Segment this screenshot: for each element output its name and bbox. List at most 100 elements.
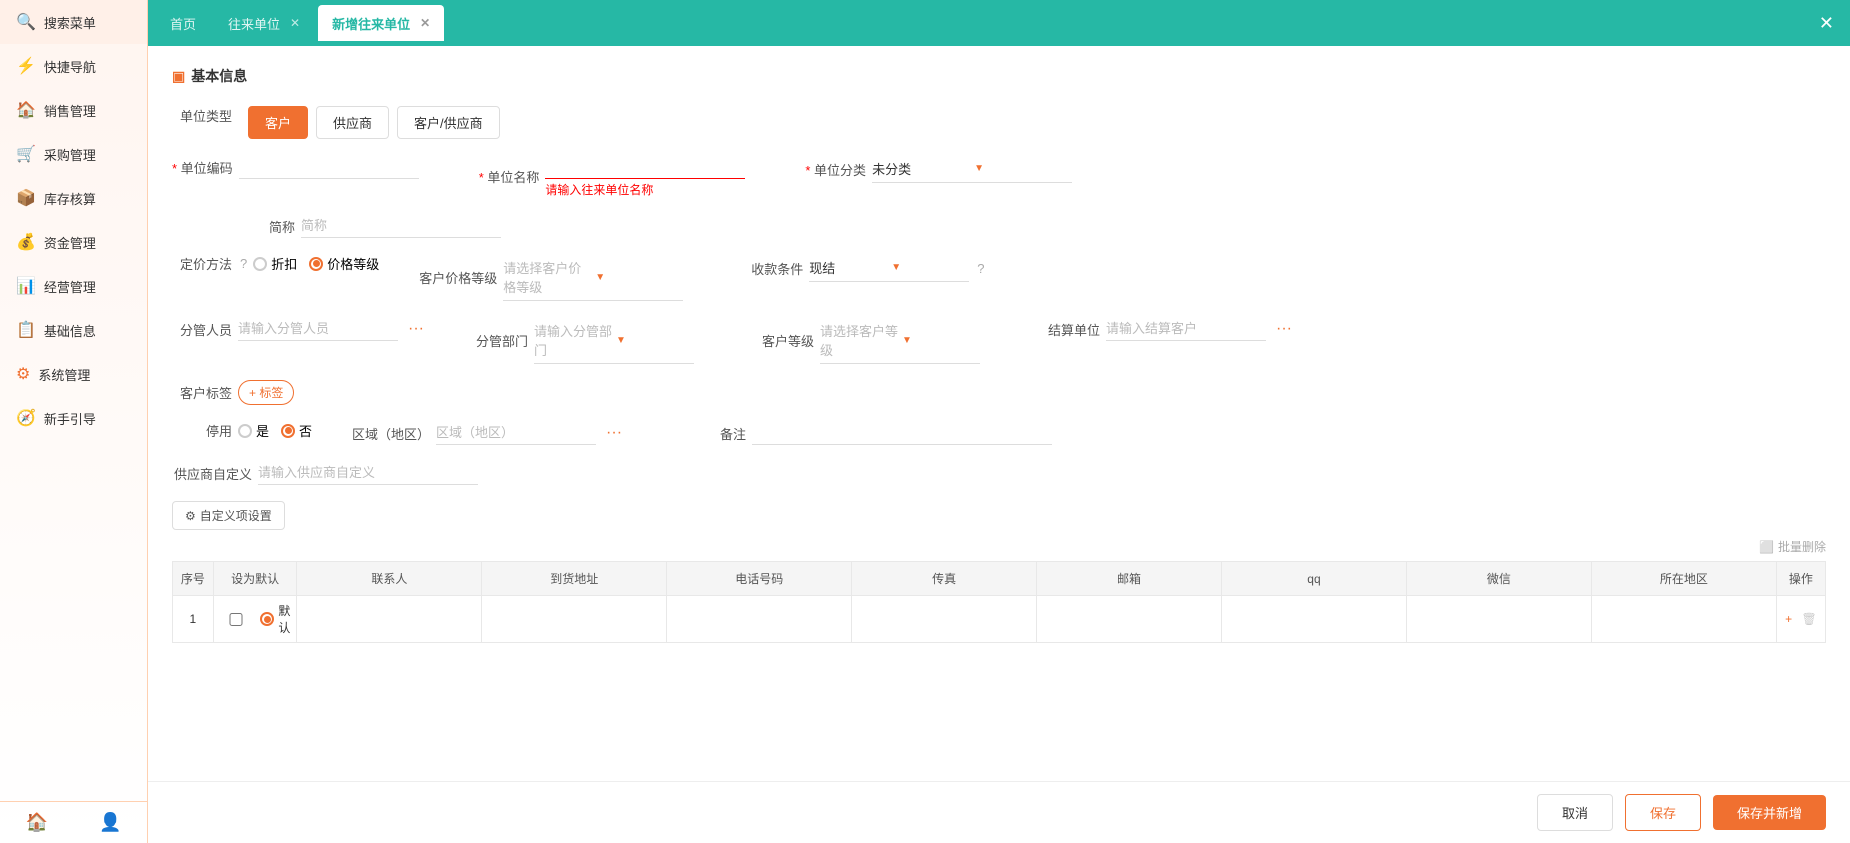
cell-phone[interactable]: [667, 596, 852, 643]
col-region: 所在地区: [1591, 562, 1776, 596]
unit-type-row: 单位类型 客户 供应商 客户/供应商: [172, 106, 1826, 139]
address-input[interactable]: [488, 612, 660, 626]
tab-new-partner[interactable]: 新增往来单位 ✕: [318, 5, 444, 41]
custom-settings-button[interactable]: ⚙ 自定义项设置: [172, 501, 285, 530]
sidebar-item-finance[interactable]: 💰 资金管理: [0, 220, 147, 264]
short-name-input[interactable]: [301, 214, 501, 238]
sidebar-item-inventory[interactable]: 📦 库存核算: [0, 176, 147, 220]
payment-terms-arrow: ▼: [891, 262, 969, 273]
sidebar-item-quicknav[interactable]: ⚡ 快捷导航: [0, 44, 147, 88]
cell-wechat[interactable]: [1406, 596, 1591, 643]
save-button[interactable]: 保存: [1625, 794, 1701, 831]
btn-both[interactable]: 客户/供应商: [397, 106, 500, 139]
customer-price-level-select[interactable]: 请选择客户价格等级 ▼: [503, 254, 683, 301]
sidebar-item-label-sales: 销售管理: [44, 101, 96, 120]
btn-customer[interactable]: 客户: [248, 106, 308, 139]
radio-disable-yes-label: 是: [256, 421, 269, 440]
remark-input[interactable]: [752, 421, 1052, 445]
email-input[interactable]: [1043, 612, 1215, 626]
manager-label: 分管人员: [172, 320, 232, 339]
payment-terms-label: 收款条件: [743, 259, 803, 278]
dept-select[interactable]: 请输入分管部门 ▼: [534, 317, 694, 364]
row-default-radio[interactable]: 默认: [260, 602, 290, 636]
sidebar-item-sales[interactable]: 🏠 销售管理: [0, 88, 147, 132]
supplier-custom-label: 供应商自定义: [172, 464, 252, 483]
tab-partners-close[interactable]: ✕: [290, 16, 300, 30]
finance-icon: 💰: [16, 232, 36, 252]
cell-region[interactable]: [1591, 596, 1776, 643]
tab-partners[interactable]: 往来单位 ✕: [214, 5, 314, 41]
cell-qq[interactable]: [1222, 596, 1407, 643]
manager-item: 分管人员 ···: [172, 317, 428, 341]
disable-label: 停用: [172, 421, 232, 440]
sidebar-home-btn[interactable]: 🏠: [0, 802, 74, 843]
unit-category-select[interactable]: 未分类 ▼: [872, 155, 1072, 183]
col-address: 到货地址: [482, 562, 667, 596]
sidebar-item-basic[interactable]: 📋 基础信息: [0, 308, 147, 352]
sidebar-item-newbie[interactable]: 🧭 新手引导: [0, 396, 147, 440]
dept-label: 分管部门: [468, 331, 528, 350]
col-qq: qq: [1222, 562, 1407, 596]
sidebar-item-search[interactable]: 🔍 搜索菜单: [0, 0, 147, 44]
cancel-button[interactable]: 取消: [1537, 794, 1613, 831]
radio-discount-circle: [253, 257, 267, 271]
unit-type-label: 单位类型: [172, 106, 232, 125]
dept-arrow: ▼: [616, 335, 694, 346]
pricing-help-icon[interactable]: ?: [240, 256, 247, 271]
row-checkbox[interactable]: [220, 613, 253, 626]
region-input[interactable]: [436, 421, 596, 445]
payment-terms-select[interactable]: 现结 ▼: [809, 254, 969, 282]
table-section: ⚙ 自定义项设置 ⬜ 批量删除 序号 设为默认 联系人 到货地址: [172, 501, 1826, 643]
unit-code-input[interactable]: 000009: [239, 155, 419, 179]
wechat-input[interactable]: [1413, 612, 1585, 626]
sidebar-user-btn[interactable]: 👤: [74, 802, 148, 843]
customer-level-label: 客户等级: [754, 331, 814, 350]
unit-code-item: 单位编码 000009: [172, 155, 419, 179]
quicknav-icon: ⚡: [16, 56, 36, 76]
cell-email[interactable]: [1037, 596, 1222, 643]
sidebar-item-system[interactable]: ⚙ 系统管理: [0, 352, 147, 396]
unit-type-buttons: 客户 供应商 客户/供应商: [248, 106, 500, 139]
customer-level-arrow: ▼: [902, 335, 980, 346]
cell-address[interactable]: [482, 596, 667, 643]
radio-price-level[interactable]: 价格等级: [309, 254, 379, 273]
cell-fax[interactable]: [852, 596, 1037, 643]
close-all-icon[interactable]: ✕: [1811, 9, 1842, 38]
region-more-icon[interactable]: ···: [602, 424, 626, 442]
settlement-input[interactable]: [1106, 317, 1266, 341]
manager-input[interactable]: [238, 317, 398, 341]
disable-region-row: 停用 是 否 区域（地区） ···: [172, 421, 1826, 445]
radio-disable-no[interactable]: 否: [281, 421, 312, 440]
supplier-custom-input[interactable]: [258, 461, 478, 485]
qq-input[interactable]: [1228, 612, 1400, 626]
save-new-button[interactable]: 保存并新增: [1713, 795, 1826, 830]
radio-discount[interactable]: 折扣: [253, 254, 297, 273]
cell-index: 1: [173, 596, 214, 643]
manager-more-icon[interactable]: ···: [404, 320, 428, 338]
table-region-input[interactable]: [1598, 612, 1770, 626]
phone-input[interactable]: [673, 612, 845, 626]
add-tag-button[interactable]: + 标签: [238, 380, 294, 405]
contact-input[interactable]: [303, 612, 475, 626]
row-del-icon[interactable]: 🗑: [1801, 612, 1816, 626]
customer-level-select[interactable]: 请选择客户等级 ▼: [820, 317, 980, 364]
sidebar-item-purchase[interactable]: 🛒 采购管理: [0, 132, 147, 176]
settlement-more-icon[interactable]: ···: [1272, 320, 1296, 338]
row-default-label: 默认: [278, 602, 290, 636]
fax-input[interactable]: [858, 612, 1030, 626]
unit-name-input[interactable]: [545, 155, 745, 179]
col-action: 操作: [1776, 562, 1825, 596]
batch-delete-btn[interactable]: ⬜ 批量删除: [1759, 538, 1826, 555]
cell-contact[interactable]: [297, 596, 482, 643]
unit-category-value: 未分类: [872, 159, 970, 178]
short-name-label: 简称: [235, 217, 295, 236]
tab-home[interactable]: 首页: [156, 5, 210, 41]
row-add-icon[interactable]: +: [1785, 612, 1792, 626]
table-row: 1 默认: [173, 596, 1826, 643]
radio-price-level-circle: [309, 257, 323, 271]
radio-disable-yes[interactable]: 是: [238, 421, 269, 440]
tab-new-partner-close[interactable]: ✕: [420, 16, 430, 30]
payment-help-icon[interactable]: ?: [977, 261, 984, 276]
sidebar-item-operations[interactable]: 📊 经营管理: [0, 264, 147, 308]
btn-supplier[interactable]: 供应商: [316, 106, 389, 139]
